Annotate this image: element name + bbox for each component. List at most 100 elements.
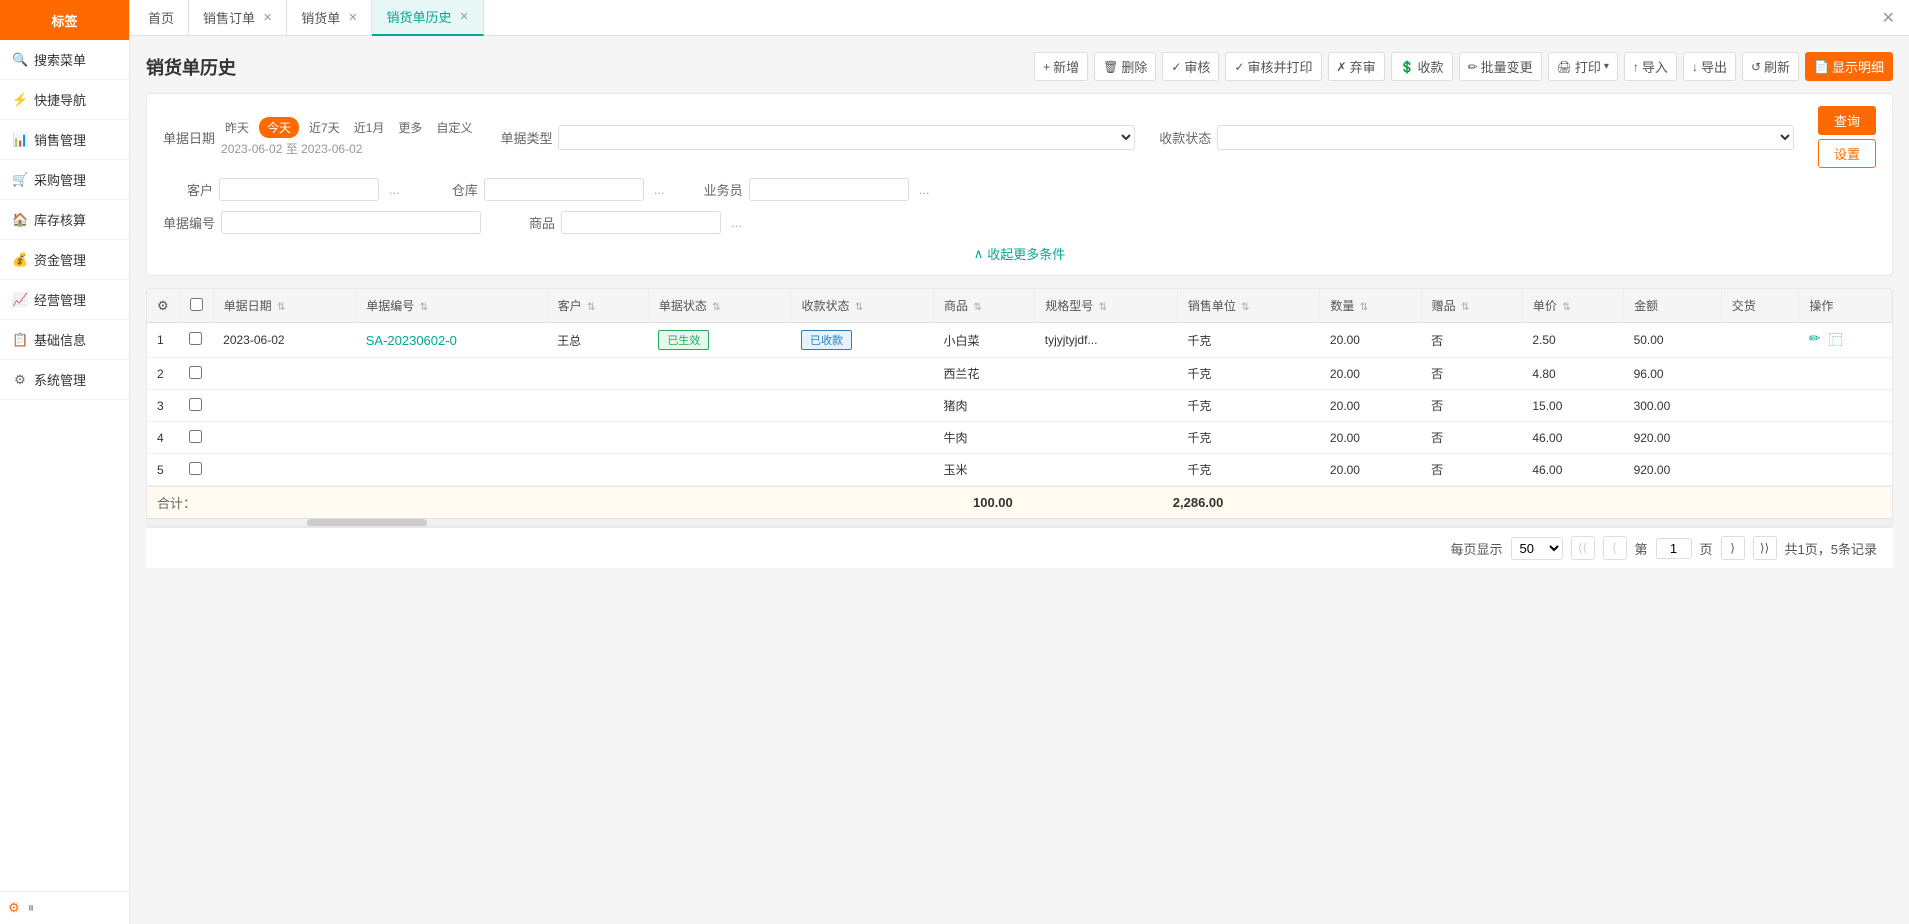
th-settings[interactable]: ⚙ <box>147 289 179 323</box>
select-all-checkbox[interactable] <box>190 298 203 311</box>
discard-button[interactable]: ✗ 弃审 <box>1328 52 1385 81</box>
th-doc-status[interactable]: 单据状态 ⇅ <box>648 289 791 323</box>
sidebar-item-ops[interactable]: 📈 经营管理 <box>0 280 129 320</box>
row-checkbox[interactable] <box>189 430 202 443</box>
shortcut-7days[interactable]: 近7天 <box>305 117 344 138</box>
tab-sales-history-close[interactable]: ✕ <box>460 10 469 23</box>
table-row: 1 2023-06-02 SA-20230602-0 王总 已生效 已收款 小白… <box>147 323 1892 358</box>
collapse-btn[interactable]: ∧ 收起更多条件 <box>163 244 1876 263</box>
cart-icon: 🛒 <box>12 172 28 188</box>
collect-label: 收款 <box>1418 57 1444 76</box>
sidebar-item-purchase[interactable]: 🛒 采购管理 <box>0 160 129 200</box>
import-button[interactable]: ↑ 导入 <box>1624 52 1677 81</box>
customer-ellipsis[interactable]: ... <box>385 182 404 197</box>
audit-print-button[interactable]: ✓ 审核并打印 <box>1225 52 1321 81</box>
sidebar-footer-icon2[interactable]: ⏸ <box>28 900 35 916</box>
cell-qty: 20.00 <box>1320 358 1421 390</box>
row-checkbox[interactable] <box>189 462 202 475</box>
add-button[interactable]: + 新增 <box>1034 52 1088 81</box>
doc-num-input[interactable] <box>221 211 481 234</box>
shortcut-more[interactable]: 更多 <box>394 117 426 138</box>
setting-button[interactable]: 设置 <box>1818 139 1876 168</box>
pay-status-badge: 已收款 <box>801 330 852 350</box>
sidebar-item-sales[interactable]: 📊 销售管理 <box>0 120 129 160</box>
page-prev-btn[interactable]: ⟨ <box>1603 536 1627 560</box>
shortcut-1month[interactable]: 近1月 <box>350 117 389 138</box>
sort-docstatus-icon: ⇅ <box>712 302 720 313</box>
import-icon: ↑ <box>1633 60 1639 74</box>
goods-input[interactable] <box>561 211 721 234</box>
tab-sales-goods-close[interactable]: ✕ <box>348 11 357 24</box>
shortcut-custom[interactable]: 自定义 <box>432 117 476 138</box>
row-checkbox[interactable] <box>189 366 202 379</box>
cell-doc-num: SA-20230602-0 <box>356 323 547 358</box>
sidebar-item-basic-info[interactable]: 📋 基础信息 <box>0 320 129 360</box>
doc-type-select[interactable] <box>558 125 1135 150</box>
page-next-btn[interactable]: ⟩ <box>1721 536 1745 560</box>
th-unit[interactable]: 销售单位 ⇅ <box>1177 289 1320 323</box>
cell-pay-status <box>791 390 934 422</box>
tab-bar: 首页 销售订单 ✕ 销货单 ✕ 销货单历史 ✕ ✕ <box>130 0 1909 36</box>
goods-ellipsis[interactable]: ... <box>727 215 746 230</box>
th-price[interactable]: 单价 ⇅ <box>1522 289 1623 323</box>
refresh-button[interactable]: ↺ 刷新 <box>1742 52 1799 81</box>
cell-checkbox[interactable] <box>179 454 213 486</box>
payment-status-select[interactable] <box>1217 125 1794 150</box>
page-first-btn[interactable]: ⟨⟨ <box>1571 536 1595 560</box>
row-checkbox[interactable] <box>189 398 202 411</box>
th-goods[interactable]: 商品 ⇅ <box>934 289 1035 323</box>
row-checkbox[interactable] <box>189 332 202 345</box>
doc-num-link[interactable]: SA-20230602-0 <box>366 333 457 348</box>
cell-gift: 否 <box>1421 454 1522 486</box>
sidebar-footer-icon1[interactable]: ⚙ <box>8 900 20 916</box>
customer-input[interactable] <box>219 178 379 201</box>
sidebar-item-sys[interactable]: ⚙ 系统管理 <box>0 360 129 400</box>
per-page-select[interactable]: 50 100 200 <box>1511 537 1563 560</box>
shortcut-yesterday[interactable]: 昨天 <box>221 117 253 138</box>
cell-checkbox[interactable] <box>179 422 213 454</box>
sidebar-item-quicknav[interactable]: ⚡ 快捷导航 <box>0 80 129 120</box>
edit-icon[interactable]: ✏ <box>1809 330 1821 350</box>
tab-sales-history[interactable]: 销货单历史 ✕ <box>372 0 483 36</box>
th-spec[interactable]: 规格型号 ⇅ <box>1035 289 1178 323</box>
export-button[interactable]: ↓ 导出 <box>1683 52 1736 81</box>
staff-ellipsis[interactable]: ... <box>915 182 934 197</box>
th-date[interactable]: 单据日期 ⇅ <box>213 289 356 323</box>
copy-icon[interactable]: ⿸ <box>1829 330 1843 350</box>
scrollbar[interactable] <box>147 518 1892 526</box>
th-customer[interactable]: 客户 ⇅ <box>547 289 648 323</box>
cell-pay-status <box>791 454 934 486</box>
print-button[interactable]: 🖨 打印 ▾ <box>1548 52 1618 81</box>
th-gift[interactable]: 赠品 ⇅ <box>1421 289 1522 323</box>
batch-change-button[interactable]: ✏ 批量变更 <box>1459 52 1542 81</box>
warehouse-input[interactable] <box>484 178 644 201</box>
warehouse-ellipsis[interactable]: ... <box>650 182 669 197</box>
page-last-btn[interactable]: ⟩⟩ <box>1753 536 1777 560</box>
audit-icon: ✓ <box>1171 60 1181 74</box>
delete-button[interactable]: 🗑 删除 <box>1094 52 1156 81</box>
th-qty[interactable]: 数量 ⇅ <box>1320 289 1421 323</box>
sidebar-item-search[interactable]: 🔍 搜索菜单 <box>0 40 129 80</box>
tab-sales-goods[interactable]: 销货单 ✕ <box>287 0 372 36</box>
tab-sales-order-close[interactable]: ✕ <box>263 11 272 24</box>
cell-doc-num <box>356 454 547 486</box>
page-label: 第 <box>1635 539 1648 558</box>
th-pay-status[interactable]: 收款状态 ⇅ <box>791 289 934 323</box>
tab-sales-order[interactable]: 销售订单 ✕ <box>189 0 287 36</box>
sidebar-item-finance[interactable]: 💰 资金管理 <box>0 240 129 280</box>
date-shortcuts: 昨天 今天 近7天 近1月 更多 自定义 2023-06-02 至 2023-0… <box>221 117 476 157</box>
tab-close-all[interactable]: ✕ <box>1872 8 1905 28</box>
tab-home[interactable]: 首页 <box>134 0 189 36</box>
cell-checkbox[interactable] <box>179 390 213 422</box>
query-button[interactable]: 查询 <box>1818 106 1876 135</box>
show-detail-button[interactable]: 📄 显示明细 <box>1805 52 1893 81</box>
page-input[interactable] <box>1656 538 1692 559</box>
sidebar-item-inventory[interactable]: 🏠 库存核算 <box>0 200 129 240</box>
cell-checkbox[interactable] <box>179 323 213 358</box>
shortcut-today[interactable]: 今天 <box>259 117 299 138</box>
collect-button[interactable]: 💲 收款 <box>1391 52 1453 81</box>
th-doc-num[interactable]: 单据编号 ⇅ <box>356 289 547 323</box>
cell-checkbox[interactable] <box>179 358 213 390</box>
audit-button[interactable]: ✓ 审核 <box>1162 52 1219 81</box>
staff-input[interactable] <box>749 178 909 201</box>
